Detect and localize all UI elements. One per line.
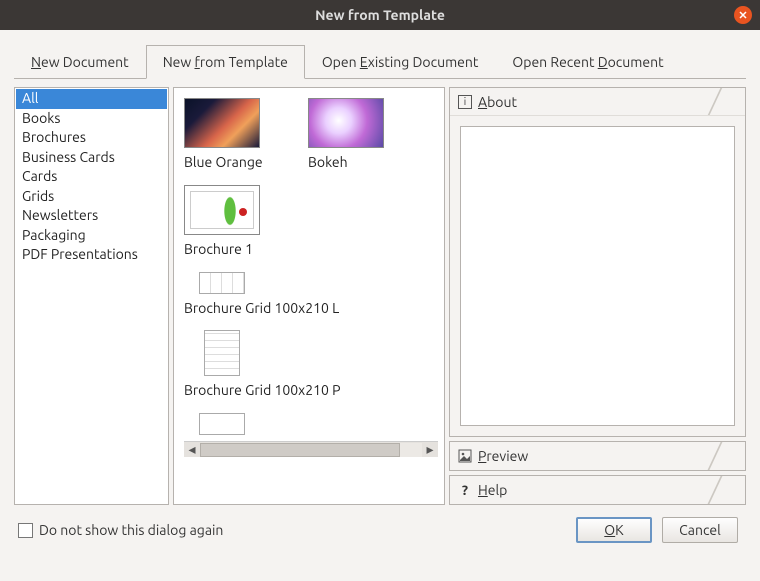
template-label: Brochure 1 xyxy=(184,239,290,258)
tab-open-recent[interactable]: Open Recent Document xyxy=(495,45,680,79)
help-section: ? Help xyxy=(449,475,746,505)
template-bokeh[interactable]: Bokeh xyxy=(308,98,414,171)
about-section: i About xyxy=(449,87,746,437)
horizontal-scrollbar[interactable]: ◂ ▸ xyxy=(184,441,438,457)
thumbnail xyxy=(199,272,245,294)
cancel-button[interactable]: Cancel xyxy=(662,517,738,543)
category-item-grids[interactable]: Grids xyxy=(16,187,167,207)
scroll-track[interactable] xyxy=(200,443,422,457)
category-item-packaging[interactable]: Packaging xyxy=(16,226,167,246)
template-grid: Blue Orange Bokeh Brochure 1 Brochure Gr… xyxy=(184,98,414,441)
scroll-left-arrow[interactable]: ◂ xyxy=(184,443,200,457)
template-label: Brochure Grid 100x210 L xyxy=(184,298,404,317)
about-label: About xyxy=(478,94,517,110)
category-item-newsletters[interactable]: Newsletters xyxy=(16,206,167,226)
preview-header[interactable]: Preview xyxy=(450,442,745,470)
preview-section: Preview xyxy=(449,441,746,471)
template-brochure-grid-p[interactable]: Brochure Grid 100x210 P xyxy=(184,330,404,399)
ok-button[interactable]: OK xyxy=(576,517,652,543)
thumbnail xyxy=(199,413,245,435)
help-icon: ? xyxy=(458,483,472,497)
tab-open-existing[interactable]: Open Existing Document xyxy=(305,45,496,79)
template-pane[interactable]: Blue Orange Bokeh Brochure 1 Brochure Gr… xyxy=(173,87,445,505)
category-item-business-cards[interactable]: Business Cards xyxy=(16,148,167,168)
right-column: i About Preview ? Help xyxy=(449,87,746,505)
template-brochure-grid-l[interactable]: Brochure Grid 100x210 L xyxy=(184,272,404,317)
thumbnail xyxy=(184,98,260,148)
thumbnail xyxy=(204,330,240,376)
template-blue-orange[interactable]: Blue Orange xyxy=(184,98,290,171)
scroll-right-arrow[interactable]: ▸ xyxy=(422,443,438,457)
category-item-pdf-presentations[interactable]: PDF Presentations xyxy=(16,245,167,265)
close-icon xyxy=(738,10,748,20)
dont-show-label: Do not show this dialog again xyxy=(39,522,223,538)
template-label: Blue Orange xyxy=(184,152,290,171)
thumbnail xyxy=(184,185,260,235)
info-icon: i xyxy=(458,95,472,109)
about-body xyxy=(460,126,735,426)
thumbnail xyxy=(308,98,384,148)
category-item-cards[interactable]: Cards xyxy=(16,167,167,187)
window-title: New from Template xyxy=(0,7,760,23)
checkbox-box[interactable] xyxy=(18,523,33,538)
category-item-all[interactable]: All xyxy=(16,89,167,109)
help-label: Help xyxy=(478,482,507,498)
dialog-body: New Document New from Template Open Exis… xyxy=(0,30,760,551)
template-label: Bokeh xyxy=(308,152,414,171)
tabstrip: New Document New from Template Open Exis… xyxy=(14,44,746,79)
category-list[interactable]: All Books Brochures Business Cards Cards… xyxy=(14,87,169,505)
dont-show-again-checkbox[interactable]: Do not show this dialog again xyxy=(18,522,566,538)
main-area: All Books Brochures Business Cards Cards… xyxy=(14,87,746,505)
template-label: Brochure Grid 100x210 P xyxy=(184,380,404,399)
category-item-books[interactable]: Books xyxy=(16,109,167,129)
close-button[interactable] xyxy=(734,6,752,24)
template-brochure-1[interactable]: Brochure 1 xyxy=(184,185,290,258)
help-header[interactable]: ? Help xyxy=(450,476,745,504)
scroll-thumb[interactable] xyxy=(200,443,400,457)
about-header[interactable]: i About xyxy=(450,88,745,116)
tab-new-document[interactable]: New Document xyxy=(14,45,146,79)
preview-label: Preview xyxy=(478,448,528,464)
image-icon xyxy=(458,449,472,463)
template-partial[interactable] xyxy=(184,413,404,441)
tab-new-from-template[interactable]: New from Template xyxy=(146,45,305,79)
titlebar: New from Template xyxy=(0,0,760,30)
category-item-brochures[interactable]: Brochures xyxy=(16,128,167,148)
footer: Do not show this dialog again OK Cancel xyxy=(14,505,746,543)
